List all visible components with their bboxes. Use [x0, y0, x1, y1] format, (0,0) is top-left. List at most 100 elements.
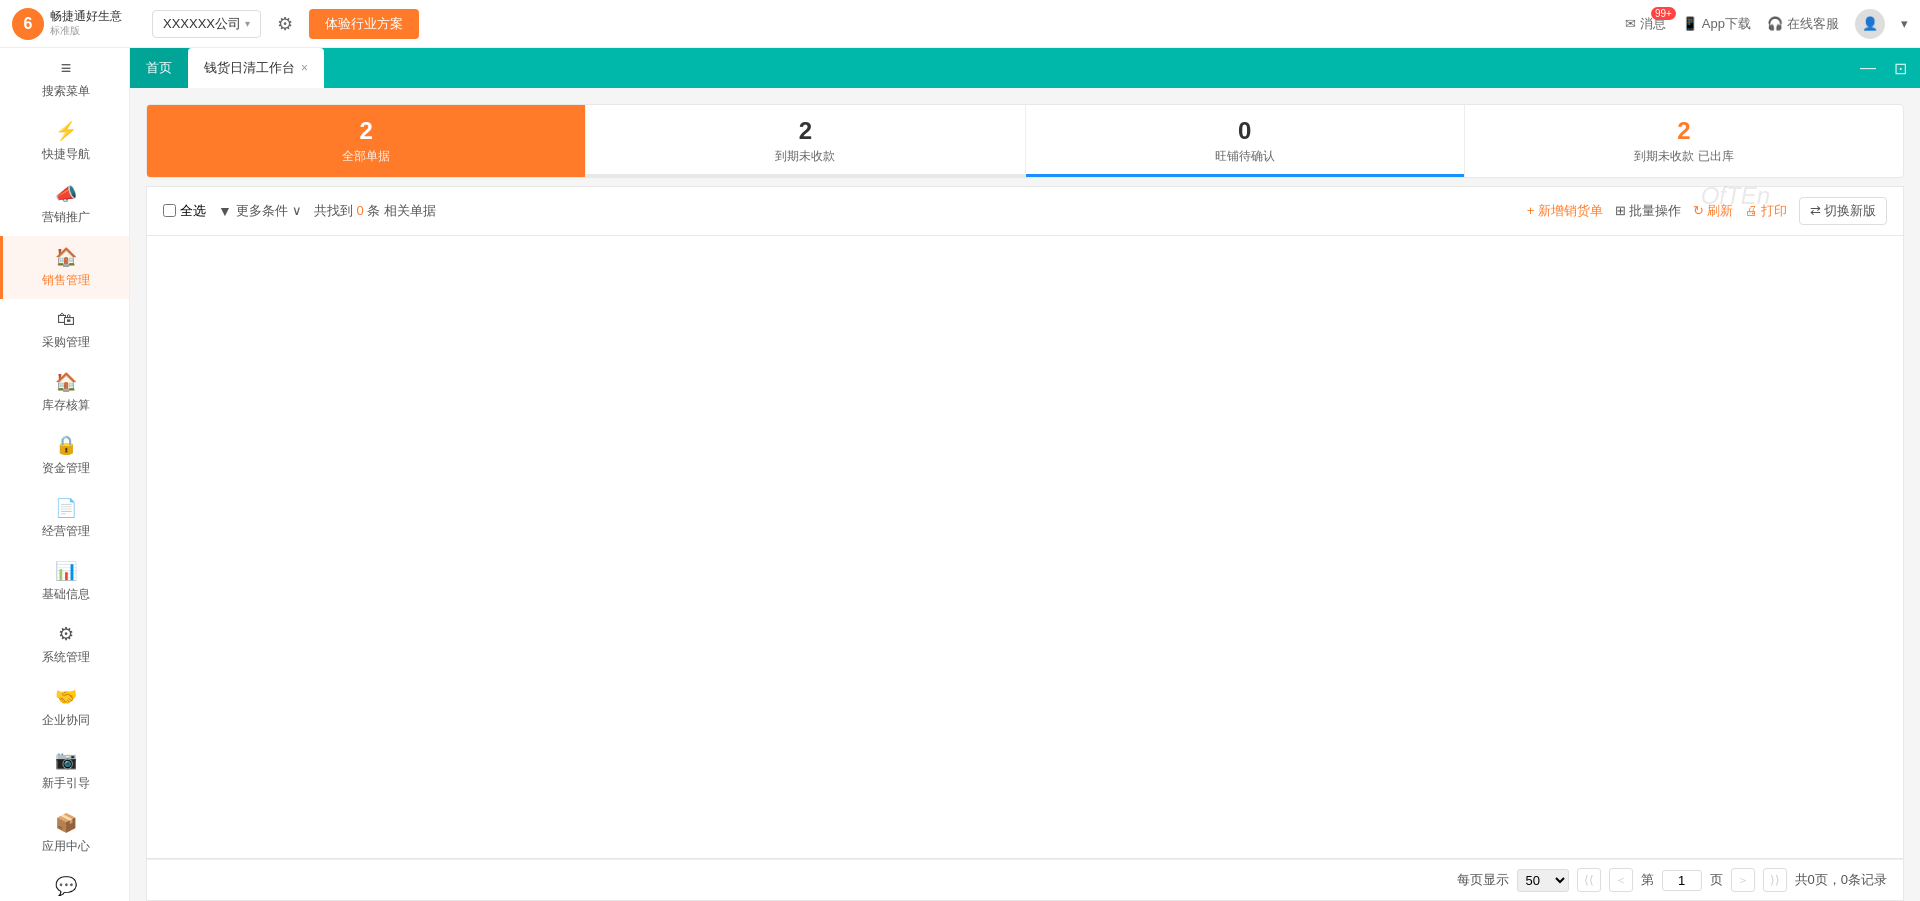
message-btn[interactable]: ✉ 消息 99+	[1625, 15, 1666, 33]
filter-icon: ▼	[218, 203, 232, 219]
page-label: 第	[1641, 871, 1654, 889]
header-right: ✉ 消息 99+ 📱 App下载 🎧 在线客服 👤 ▾	[1625, 9, 1908, 39]
sidebar-item-newbie[interactable]: 📷 新手引导	[0, 739, 129, 802]
per-page-label: 每页显示	[1457, 871, 1509, 889]
stat-num-overdue-unshipped: 2	[1485, 117, 1883, 146]
newbie-icon: 📷	[55, 749, 77, 771]
sidebar-item-enterprise[interactable]: 🤝 企业协同	[0, 676, 129, 739]
stat-label-overdue-unshipped: 到期未收款 已出库	[1485, 148, 1883, 165]
app-download-btn[interactable]: 📱 App下载	[1682, 15, 1751, 33]
page-input[interactable]	[1662, 870, 1702, 891]
sidebar-item-operations[interactable]: 📄 经营管理	[0, 487, 129, 550]
stat-card-overdue-unpaid[interactable]: 2 到期未收款	[586, 105, 1025, 177]
toolbar-right: + 新增销货单 ⊞ 批量操作 ↻ 刷新 🖨 打印 ⇄	[1527, 197, 1887, 225]
select-all-checkbox[interactable]: 全选	[163, 202, 206, 220]
stat-num-overdue-unpaid: 2	[606, 117, 1004, 146]
user-name[interactable]: ▾	[1901, 16, 1908, 31]
company-selector[interactable]: XXXXXX公司 ▾	[152, 10, 261, 38]
refresh-button[interactable]: ↻ 刷新	[1693, 202, 1733, 220]
sidebar-item-finance[interactable]: 🔒 资金管理	[0, 424, 129, 487]
sidebar-item-purchase[interactable]: 🛍 采购管理	[0, 299, 129, 361]
stat-num-all: 2	[167, 117, 565, 146]
sidebar-item-basic-info[interactable]: 📊 基础信息	[0, 550, 129, 613]
tab-close-icon[interactable]: ×	[301, 61, 308, 75]
content-area: 首页 钱货日清工作台 × — ⊡ 2 全部单据 2 到期未收款	[130, 48, 1920, 901]
per-page-select[interactable]: 50 10 20 100	[1517, 869, 1569, 892]
inventory-icon: 🏠	[55, 371, 77, 393]
tab-active[interactable]: 钱货日清工作台 ×	[188, 48, 324, 88]
app-logo: 6	[12, 8, 44, 40]
found-num: 0	[356, 203, 363, 218]
switch-icon: ⇄	[1810, 203, 1821, 218]
app-version: 标准版	[50, 24, 122, 38]
next-page-btn[interactable]: ＞	[1731, 868, 1755, 892]
total-label: 共0页，0条记录	[1795, 871, 1887, 889]
system-icon: ⚙	[58, 623, 74, 645]
app-name: 畅捷通好生意	[50, 9, 122, 25]
stat-label-overdue-unpaid: 到期未收款	[606, 148, 1004, 165]
operations-icon: 📄	[55, 497, 77, 519]
tab-collapse-icon[interactable]: —	[1856, 56, 1880, 80]
enterprise-icon: 🤝	[55, 686, 77, 708]
search-menu-icon: ≡	[61, 58, 72, 79]
stat-card-wangpu[interactable]: 0 旺铺待确认	[1026, 105, 1465, 177]
stat-card-all[interactable]: 2 全部单据	[147, 105, 586, 177]
found-text: 共找到 0 条 相关单据	[314, 202, 436, 220]
settings-icon[interactable]: ⚙	[269, 8, 301, 40]
stat-card-overdue-unshipped[interactable]: 2 到期未收款 已出库	[1465, 105, 1903, 177]
tab-controls: — ⊡	[1856, 56, 1920, 80]
sidebar-item-inventory[interactable]: 🏠 库存核算	[0, 361, 129, 424]
refresh-icon: ↻	[1693, 203, 1704, 218]
sidebar-item-app-center[interactable]: 📦 应用中心	[0, 802, 129, 865]
wechat-icon: 💬	[55, 875, 77, 897]
app-center-icon: 📦	[55, 812, 77, 834]
page-content: 2 全部单据 2 到期未收款 0 旺铺待确认 2 到期未收款 已出库	[130, 88, 1920, 901]
batch-operation-button[interactable]: ⊞ 批量操作	[1615, 202, 1681, 220]
sidebar-item-quick-nav[interactable]: ⚡ 快捷导航	[0, 110, 129, 173]
tab-expand-icon[interactable]: ⊡	[1888, 56, 1912, 80]
app-download-icon: 📱	[1682, 16, 1698, 31]
add-sales-order-button[interactable]: + 新增销货单	[1527, 202, 1603, 220]
tab-home[interactable]: 首页	[130, 48, 188, 88]
prev-page-btn[interactable]: ＜	[1609, 868, 1633, 892]
stats-row: 2 全部单据 2 到期未收款 0 旺铺待确认 2 到期未收款 已出库	[146, 104, 1904, 178]
company-dropdown-icon: ▾	[245, 18, 250, 29]
message-icon: ✉	[1625, 16, 1636, 31]
page-suffix: 页	[1710, 871, 1723, 889]
quick-nav-icon: ⚡	[55, 120, 77, 142]
print-button[interactable]: 🖨 打印	[1745, 202, 1787, 220]
sidebar-item-wechat[interactable]: 💬 企业微信	[0, 865, 129, 901]
try-industry-button[interactable]: 体验行业方案	[309, 9, 419, 39]
sidebar-item-marketing[interactable]: 📣 营销推广	[0, 173, 129, 236]
stat-label-wangpu: 旺铺待确认	[1046, 148, 1444, 165]
pagination-bar: 每页显示 50 10 20 100 ⟨⟨ ＜ 第 页 ＞ ⟩⟩ 共0页，0条记录	[146, 859, 1904, 901]
top-header: 6 畅捷通好生意 标准版 XXXXXX公司 ▾ ⚙ 体验行业方案 ✉ 消息 99…	[0, 0, 1920, 48]
more-filters-button[interactable]: ▼ 更多条件 ∨	[218, 202, 302, 220]
online-service-btn[interactable]: 🎧 在线客服	[1767, 15, 1839, 33]
sidebar: ≡ 搜索菜单 ⚡ 快捷导航 📣 营销推广 🏠 销售管理 🛍 采购管理 🏠 库存核…	[0, 48, 130, 901]
first-page-btn[interactable]: ⟨⟨	[1577, 868, 1601, 892]
table-area	[146, 235, 1904, 859]
last-page-btn[interactable]: ⟩⟩	[1763, 868, 1787, 892]
finance-icon: 🔒	[55, 434, 77, 456]
sales-icon: 🏠	[55, 246, 77, 268]
avatar[interactable]: 👤	[1855, 9, 1885, 39]
headset-icon: 🎧	[1767, 16, 1783, 31]
stat-label-all: 全部单据	[167, 148, 565, 165]
purchase-icon: 🛍	[57, 309, 75, 330]
sidebar-item-system[interactable]: ⚙ 系统管理	[0, 613, 129, 676]
switch-version-button[interactable]: ⇄ 切换新版	[1799, 197, 1887, 225]
sidebar-item-sales[interactable]: 🏠 销售管理	[0, 236, 129, 299]
batch-icon: ⊞	[1615, 203, 1626, 218]
marketing-icon: 📣	[55, 183, 77, 205]
user-icon: 👤	[1862, 16, 1878, 31]
logo-area: 6 畅捷通好生意 标准版	[12, 8, 142, 40]
toolbar: 全选 ▼ 更多条件 ∨ 共找到 0 条 相关单据 + 新增销货单 ⊞	[146, 186, 1904, 235]
stat-num-wangpu: 0	[1046, 117, 1444, 146]
basic-info-icon: 📊	[55, 560, 77, 582]
company-name: XXXXXX公司	[163, 15, 241, 33]
print-icon: 🖨	[1745, 203, 1758, 218]
sidebar-item-search-menu[interactable]: ≡ 搜索菜单	[0, 48, 129, 110]
message-badge: 99+	[1651, 7, 1676, 20]
main-layout: ≡ 搜索菜单 ⚡ 快捷导航 📣 营销推广 🏠 销售管理 🛍 采购管理 🏠 库存核…	[0, 48, 1920, 901]
